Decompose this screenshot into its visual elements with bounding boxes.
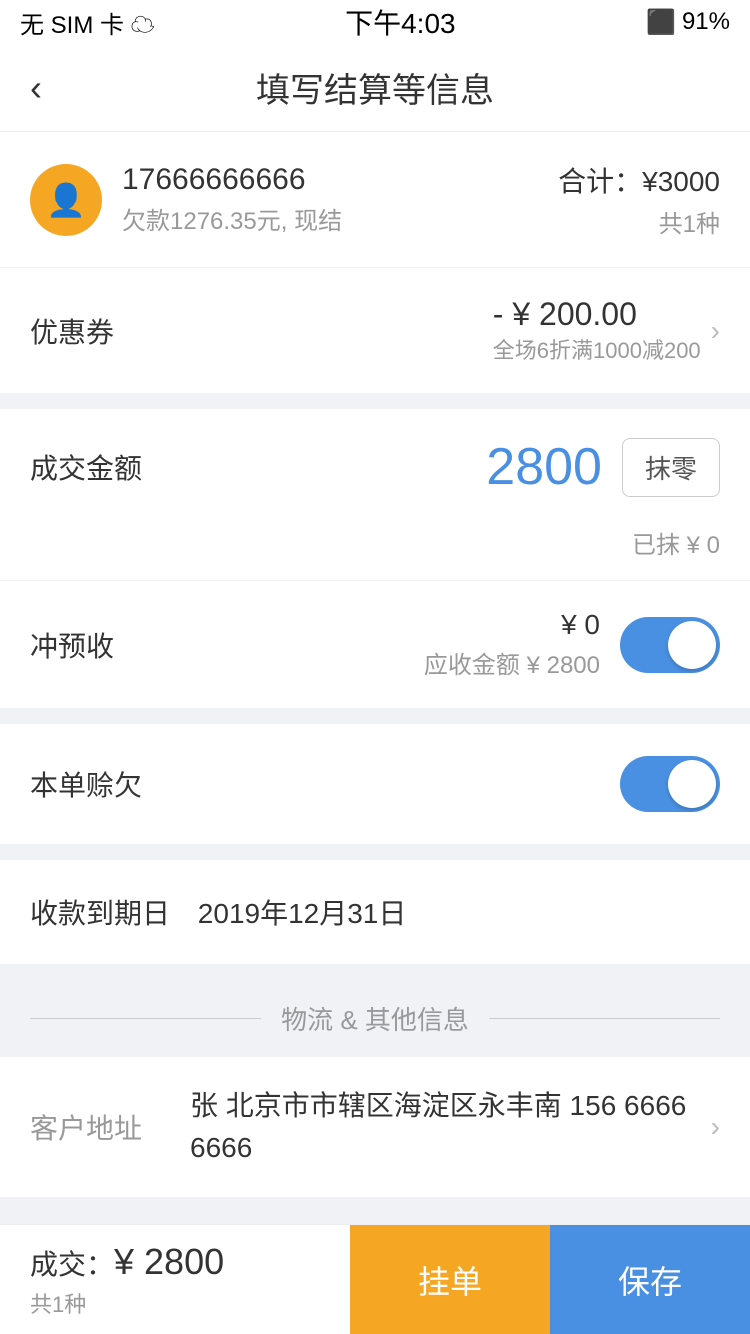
bottom-summary: 成交：¥ 2800 共1种 [0,1241,350,1319]
prepay-sub: 应收金额 ¥ 2800 [424,645,600,680]
customer-row: 👤 17666666666 欠款1276.35元, 现结 合计：¥3000 共1… [0,132,750,268]
status-bar: 无 SIM 卡 ☁ 下午4:03 ⬛ 91% [0,0,750,44]
bottom-deal-value: ¥ 2800 [114,1241,224,1282]
bottom-deal-label: 成交： [30,1249,114,1280]
sim-status: 无 SIM 卡 ☁ [20,5,155,40]
coupon-row[interactable]: 优惠券 - ¥ 200.00 全场6折满1000减200 › [0,268,750,393]
customer-left: 👤 17666666666 欠款1276.35元, 现结 [30,163,342,236]
duedate-section: 收款到期日 2019年12月31日 [0,860,750,964]
customer-name: 17666666666 [122,163,342,197]
logistics-divider: 物流 & 其他信息 [0,980,750,1057]
coupon-amount: - ¥ 200.00 [493,296,701,333]
status-left: 无 SIM 卡 ☁ [20,5,155,40]
battery-percent: 91% [682,8,730,36]
customer-right: 合计：¥3000 共1种 [558,160,720,239]
nav-bar: ‹ 填写结算等信息 [0,44,750,132]
logistics-text: 物流 & 其他信息 [281,1000,469,1037]
status-right: ⬛ 91% [646,8,730,37]
bottom-deal: 成交：¥ 2800 [30,1241,320,1283]
coupon-label: 优惠券 [30,311,114,351]
status-time: 下午4:03 [345,2,456,42]
address-row[interactable]: 客户地址 张 北京市市辖区海淀区永丰南 156 6666 6666 › [0,1057,750,1197]
bottom-buttons: 挂单 保存 [350,1225,750,1334]
address-chevron-icon: › [711,1111,720,1143]
coupon-desc: 全场6折满1000减200 [493,333,701,365]
arrears-section: 本单赊欠 [0,724,750,844]
duedate-row: 收款到期日 2019年12月31日 [0,860,750,964]
prepay-toggle[interactable] [620,617,720,673]
prepay-right: ¥ 0 应收金额 ¥ 2800 [424,609,720,680]
bottom-bar: 成交：¥ 2800 共1种 挂单 保存 [0,1224,750,1334]
prepay-label: 冲预收 [30,625,114,665]
prepay-values: ¥ 0 应收金额 ¥ 2800 [424,609,600,680]
address-section: 客户地址 张 北京市市辖区海淀区永丰南 156 6666 6666 › [0,1057,750,1197]
coupon-chevron-icon: › [711,315,720,347]
page-title: 填写结算等信息 [256,63,494,112]
hang-button[interactable]: 挂单 [350,1225,550,1334]
arrears-row: 本单赊欠 [0,724,750,844]
address-value: 张 北京市市辖区海淀区永丰南 156 6666 6666 [190,1085,691,1169]
avatar: 👤 [30,164,102,236]
amount-label: 成交金额 [30,447,142,487]
arrears-label: 本单赊欠 [30,764,142,804]
customer-info: 17666666666 欠款1276.35元, 现结 [122,163,342,236]
amount-sub: 已抹 ¥ 0 [0,525,750,580]
coupon-right: - ¥ 200.00 全场6折满1000减200 › [493,296,720,365]
amount-row: 成交金额 2800 抹零 [0,409,750,525]
round-zero-button[interactable]: 抹零 [622,438,720,497]
battery-icon: ⬛ [646,8,676,37]
customer-sub: 欠款1276.35元, 现结 [122,201,342,236]
duedate-label: 收款到期日 [30,898,170,929]
customer-section: 👤 17666666666 欠款1276.35元, 现结 合计：¥3000 共1… [0,132,750,393]
customer-total: 合计：¥3000 [558,160,720,200]
avatar-icon: 👤 [46,181,86,219]
bottom-count: 共1种 [30,1287,320,1319]
prepay-row: 冲预收 ¥ 0 应收金额 ¥ 2800 [0,580,750,708]
amount-section: 成交金额 2800 抹零 已抹 ¥ 0 冲预收 ¥ 0 应收金额 ¥ 2800 [0,409,750,708]
amount-right: 2800 抹零 [486,437,720,497]
amount-value: 2800 [486,437,602,497]
prepay-amount: ¥ 0 [424,609,600,641]
arrears-toggle[interactable] [620,756,720,812]
address-label: 客户地址 [30,1107,170,1147]
duedate-value: 2019年12月31日 [198,898,407,929]
save-button[interactable]: 保存 [550,1225,750,1334]
back-button[interactable]: ‹ [30,67,42,109]
customer-count: 共1种 [558,204,720,239]
